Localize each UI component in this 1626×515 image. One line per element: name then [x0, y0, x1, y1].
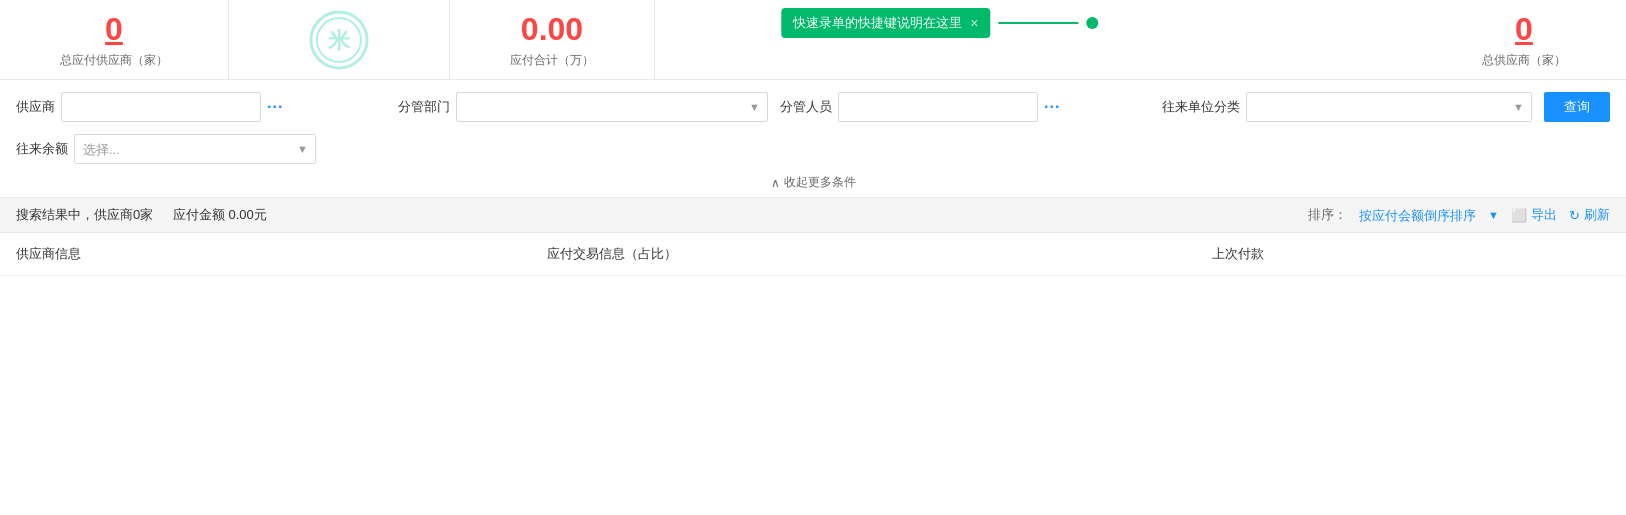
filter-bar: 供应商 ··· 分管部门 ▼ 分管人员 ··· 往来单位分类	[0, 80, 1626, 198]
sort-select[interactable]: 按应付会额倒序排序	[1359, 208, 1492, 223]
stat-payable-suppliers: 0 总应付供应商（家）	[0, 0, 229, 79]
tooltip-dot	[1086, 17, 1098, 29]
total-suppliers-label: 总供应商（家）	[1482, 52, 1566, 69]
export-label: 导出	[1531, 206, 1557, 224]
filter-supplier: 供应商 ···	[16, 92, 386, 122]
balance-label: 往来余额	[16, 140, 68, 158]
collapse-up-icon: ∧	[771, 176, 780, 190]
person-label: 分管人员	[780, 98, 832, 116]
tooltip-close-btn[interactable]: ×	[970, 15, 978, 31]
col-supplier-header: 供应商信息	[16, 245, 547, 263]
payable-suppliers-number[interactable]: 0	[105, 10, 123, 48]
balance-select[interactable]: 选择...	[74, 134, 316, 164]
result-amount-text: 应付金额 0.00元	[173, 207, 267, 222]
supplier-dots-btn[interactable]: ···	[267, 98, 283, 116]
coin-icon-area: 米	[229, 0, 450, 79]
table-header: 供应商信息 应付交易信息（占比） 上次付款	[0, 233, 1626, 276]
supplier-input[interactable]	[61, 92, 261, 122]
col-payment-header: 上次付款	[1212, 245, 1611, 263]
refresh-button[interactable]: ↻ 刷新	[1569, 206, 1610, 224]
result-bar: 搜索结果中，供应商0家 应付金额 0.00元 排序： 按应付会额倒序排序 ▼ ⬜…	[0, 198, 1626, 233]
collapse-button[interactable]: ∧ 收起更多条件	[771, 174, 856, 191]
filter-row-2: 往来余额 选择... ▼	[16, 134, 1610, 164]
dept-label: 分管部门	[398, 98, 450, 116]
person-input[interactable]	[838, 92, 1038, 122]
collapse-bar: ∧ 收起更多条件	[16, 168, 1610, 197]
category-label: 往来单位分类	[1162, 98, 1240, 116]
tooltip-bubble: 快速录单的快捷键说明在这里 ×	[781, 8, 990, 38]
filter-row-1: 供应商 ··· 分管部门 ▼ 分管人员 ··· 往来单位分类	[16, 92, 1610, 122]
sort-label: 排序：	[1308, 206, 1347, 224]
tooltip-line	[998, 22, 1078, 24]
table-body	[0, 276, 1626, 515]
col-transaction-header: 应付交易信息（占比）	[547, 245, 1211, 263]
category-select[interactable]	[1246, 92, 1532, 122]
result-info-area: 搜索结果中，供应商0家 应付金额 0.00元	[16, 206, 267, 224]
dept-select-wrapper: ▼	[456, 92, 768, 122]
filter-dept: 分管部门 ▼	[398, 92, 768, 122]
payable-suppliers-label: 总应付供应商（家）	[60, 52, 168, 69]
export-button[interactable]: ⬜ 导出	[1511, 206, 1557, 224]
supplier-label: 供应商	[16, 98, 55, 116]
balance-select-wrapper: 选择... ▼	[74, 134, 316, 164]
payable-total-number[interactable]: 0.00	[521, 10, 583, 48]
collapse-label: 收起更多条件	[784, 174, 856, 191]
result-info-text: 搜索结果中，供应商0家	[16, 207, 153, 222]
person-dots-btn[interactable]: ···	[1044, 98, 1060, 116]
result-actions: 排序： 按应付会额倒序排序 ▼ ⬜ 导出 ↻ 刷新	[1308, 206, 1610, 224]
svg-text:米: 米	[327, 28, 351, 53]
refresh-label: 刷新	[1584, 206, 1610, 224]
refresh-icon: ↻	[1569, 208, 1580, 223]
sort-select-wrapper: 按应付会额倒序排序 ▼	[1359, 208, 1499, 223]
tooltip-container: 快速录单的快捷键说明在这里 ×	[781, 8, 1098, 38]
query-button[interactable]: 查询	[1544, 92, 1610, 122]
filter-person: 分管人员 ···	[780, 92, 1150, 122]
coin-icon: 米	[309, 10, 369, 70]
dept-select[interactable]	[456, 92, 768, 122]
stat-total-suppliers: 0 总供应商（家）	[1422, 0, 1626, 79]
stat-payable-total: 0.00 应付合计（万）	[450, 0, 655, 79]
export-icon: ⬜	[1511, 208, 1527, 223]
tooltip-text: 快速录单的快捷键说明在这里	[793, 14, 962, 32]
filter-balance: 往来余额 选择... ▼	[16, 134, 316, 164]
filter-category: 往来单位分类 ▼	[1162, 92, 1532, 122]
payable-total-label: 应付合计（万）	[510, 52, 594, 69]
total-suppliers-number[interactable]: 0	[1515, 10, 1533, 48]
stats-bar: 0 总应付供应商（家） 米 0.00 应付合计（万） 快速录单的快捷键说明在这里…	[0, 0, 1626, 80]
category-select-wrapper: ▼	[1246, 92, 1532, 122]
